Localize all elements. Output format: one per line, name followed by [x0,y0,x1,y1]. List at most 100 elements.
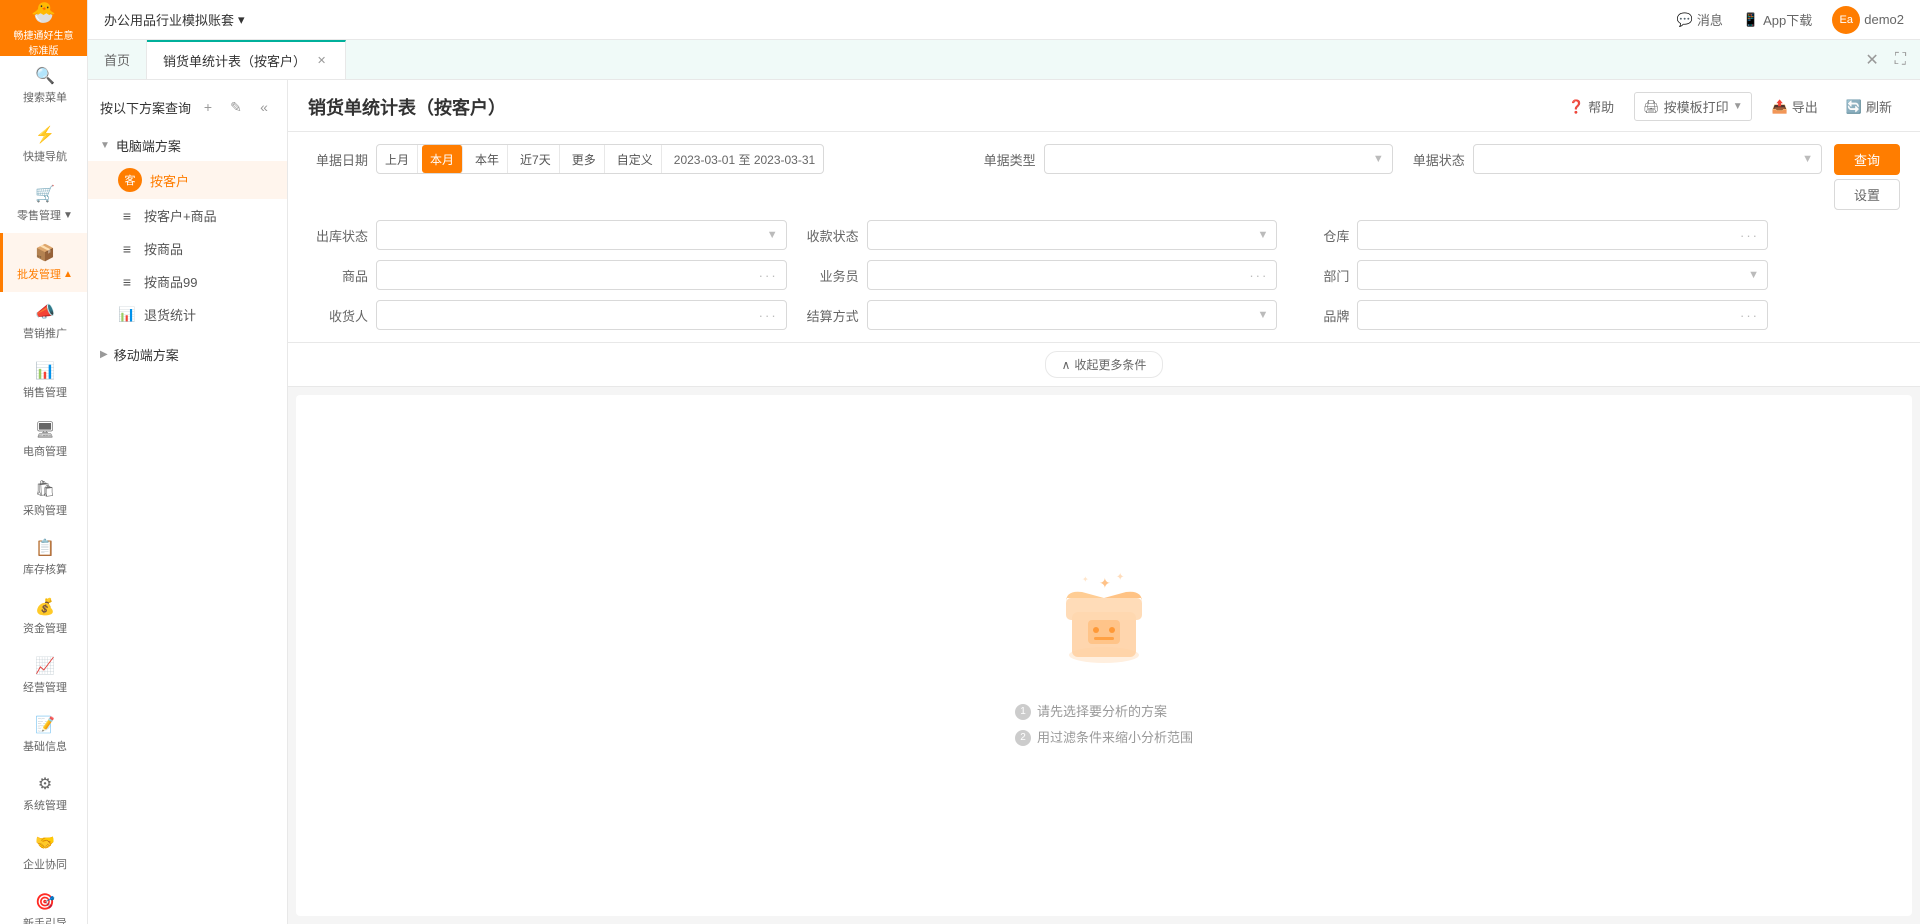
outbound-select[interactable]: ▼ [376,220,787,250]
quick-icon: ⚡ [7,125,84,145]
sidebar-item-guide[interactable]: 🎯 新手引导 [0,882,88,924]
sidebar-logo[interactable]: 🐣 畅捷通好生意 标准版 [0,0,88,56]
query-btn[interactable]: 查询 [1834,144,1900,175]
sidebar-item-inventory[interactable]: 📋 库存核算 [0,528,88,587]
page-title-row: 销货单统计表（按客户） ❓ 帮助 🖨 按模板打印 ▼ 📤 [308,92,1900,131]
avatar: Ea [1832,6,1860,34]
date-btn-this-month[interactable]: 本月 [422,145,463,173]
payment-method-dropdown-icon: ▼ [1257,309,1268,321]
marketing-icon: 📣 [7,302,84,322]
window-close-btn[interactable]: ✕ [1861,48,1882,72]
date-btn-custom[interactable]: 自定义 [609,145,662,173]
tab-actions: ✕ ⛶ [1851,40,1920,79]
app-download-btn[interactable]: 📱 App下载 [1743,10,1812,29]
empty-step-1: 1 请先选择要分析的方案 [1015,699,1193,725]
tree-item-by-product[interactable]: ≡ 按商品 [88,232,287,265]
search-icon: 🔍 [7,66,84,86]
order-type-dropdown-icon: ▼ [1373,153,1384,165]
content-area: 按以下方案查询 + ✎ « ▼ 电脑端方案 客 按客户 [88,80,1920,924]
tree-item-by-customer-product[interactable]: ≡ 按客户+商品 [88,199,287,232]
tab-active[interactable]: 销货单统计表（按客户） ✕ [147,40,346,79]
payment-select[interactable]: ▼ [867,220,1278,250]
tree-item-by-product99[interactable]: ≡ 按商品99 [88,265,287,298]
message-btn[interactable]: 💬 消息 [1677,10,1723,29]
date-btn-this-year[interactable]: 本年 [467,145,508,173]
edit-scheme-btn[interactable]: ✎ [225,96,247,118]
right-panel: 销货单统计表（按客户） ❓ 帮助 🖨 按模板打印 ▼ 📤 [288,80,1920,924]
tree-item-return-stats[interactable]: 📊 退货统计 [88,298,287,331]
step-num-2: 2 [1015,730,1031,746]
wholesale-expand-arrow: ▲ [63,269,73,280]
department-select[interactable]: ▼ [1357,260,1768,290]
warehouse-input[interactable]: ··· [1357,220,1768,250]
sidebar-item-purchase[interactable]: 🛍 采购管理 [0,469,88,528]
sidebar-item-system[interactable]: ⚙ 系统管理 [0,764,88,823]
tab-home[interactable]: 首页 [88,40,147,79]
payment-method-label: 结算方式 [799,306,859,325]
sales-icon: 📊 [7,361,84,381]
sidebar-item-search[interactable]: 🔍 搜索菜单 [0,56,88,115]
export-btn[interactable]: 📤 导出 [1764,93,1826,120]
mobile-arrow-icon: ▶ [100,349,108,360]
message-icon: 💬 [1677,12,1693,28]
collapse-btn[interactable]: ∧ 收起更多条件 [1045,351,1164,378]
date-btn-last-month[interactable]: 上月 [377,145,418,173]
date-btn-more[interactable]: 更多 [564,145,605,173]
recipient-input[interactable]: ··· [376,300,787,330]
recipient-label: 收货人 [308,306,368,325]
salesperson-dots: ··· [1249,268,1268,283]
corp-icon: 🤝 [7,833,84,853]
salesperson-input[interactable]: ··· [867,260,1278,290]
sidebar-item-ecom[interactable]: 🖥 电商管理 [0,410,88,469]
product-input[interactable]: ··· [376,260,787,290]
date-btn-last-7-days[interactable]: 近7天 [512,145,560,173]
sidebar-item-wholesale[interactable]: 📦 批发管理 ▲ [0,233,88,292]
active-customer-icon: 客 [118,168,142,192]
settings-btn[interactable]: 设置 [1834,179,1900,210]
operation-icon: 📈 [7,656,84,676]
payment-dropdown-icon: ▼ [1257,229,1268,241]
order-status-dropdown-icon: ▼ [1802,153,1813,165]
refresh-btn[interactable]: 🔄 刷新 [1838,93,1900,120]
guide-icon: 🎯 [7,892,84,912]
sidebar-item-retail[interactable]: 🛒 零售管理 ▼ [0,174,88,233]
collapse-panel-btn[interactable]: « [253,96,275,118]
print-btn[interactable]: 🖨 按模板打印 ▼ [1634,92,1751,121]
order-type-select[interactable]: ▼ [1044,144,1393,174]
add-scheme-btn[interactable]: + [197,96,219,118]
order-status-select[interactable]: ▼ [1473,144,1822,174]
desktop-arrow-icon: ▼ [100,140,110,151]
outbound-label: 出库状态 [308,226,368,245]
desktop-group-header[interactable]: ▼ 电脑端方案 [88,130,287,161]
header-title[interactable]: 办公用品行业模拟账套 ▾ [104,10,245,29]
print-icon: 🖨 [1643,99,1660,115]
mobile-group-header[interactable]: ▶ 移动端方案 [88,339,287,370]
refresh-icon: 🔄 [1846,99,1862,115]
date-filter[interactable]: 上月 本月 本年 近7天 更多 自定义 2023-03-01 至 2023-03… [376,144,824,174]
sidebar-item-finance[interactable]: 💰 资金管理 [0,587,88,646]
tab-close-btn[interactable]: ✕ [314,53,329,68]
product-icon: ≡ [118,241,136,257]
wholesale-icon: 📦 [7,243,84,263]
user-profile-btn[interactable]: Ea demo2 [1832,6,1904,34]
product-label: 商品 [308,266,368,285]
sidebar-item-sales[interactable]: 📊 销售管理 [0,351,88,410]
department-label: 部门 [1289,266,1349,285]
payment-method-select[interactable]: ▼ [867,300,1278,330]
customer-product-icon: ≡ [118,208,136,224]
brand-input[interactable]: ··· [1357,300,1768,330]
panel-header: 按以下方案查询 + ✎ « [88,88,287,126]
warehouse-label: 仓库 [1289,226,1349,245]
sidebar-item-operation[interactable]: 📈 经营管理 [0,646,88,705]
empty-text: 1 请先选择要分析的方案 2 用过滤条件来缩小分析范围 [1015,699,1193,751]
sidebar-item-marketing[interactable]: 📣 营销推广 [0,292,88,351]
sidebar-item-basic[interactable]: 📝 基础信息 [0,705,88,764]
help-btn[interactable]: ❓ 帮助 [1560,93,1622,120]
recipient-dots: ··· [759,308,778,323]
tree-item-by-customer[interactable]: 客 按客户 [88,161,287,199]
sidebar-item-corp[interactable]: 🤝 企业协同 [0,823,88,882]
purchase-icon: 🛍 [7,479,84,499]
date-range-text: 2023-03-01 至 2023-03-31 [666,151,823,168]
sidebar-item-quick[interactable]: ⚡ 快捷导航 [0,115,88,174]
window-max-btn[interactable]: ⛶ [1891,49,1910,71]
